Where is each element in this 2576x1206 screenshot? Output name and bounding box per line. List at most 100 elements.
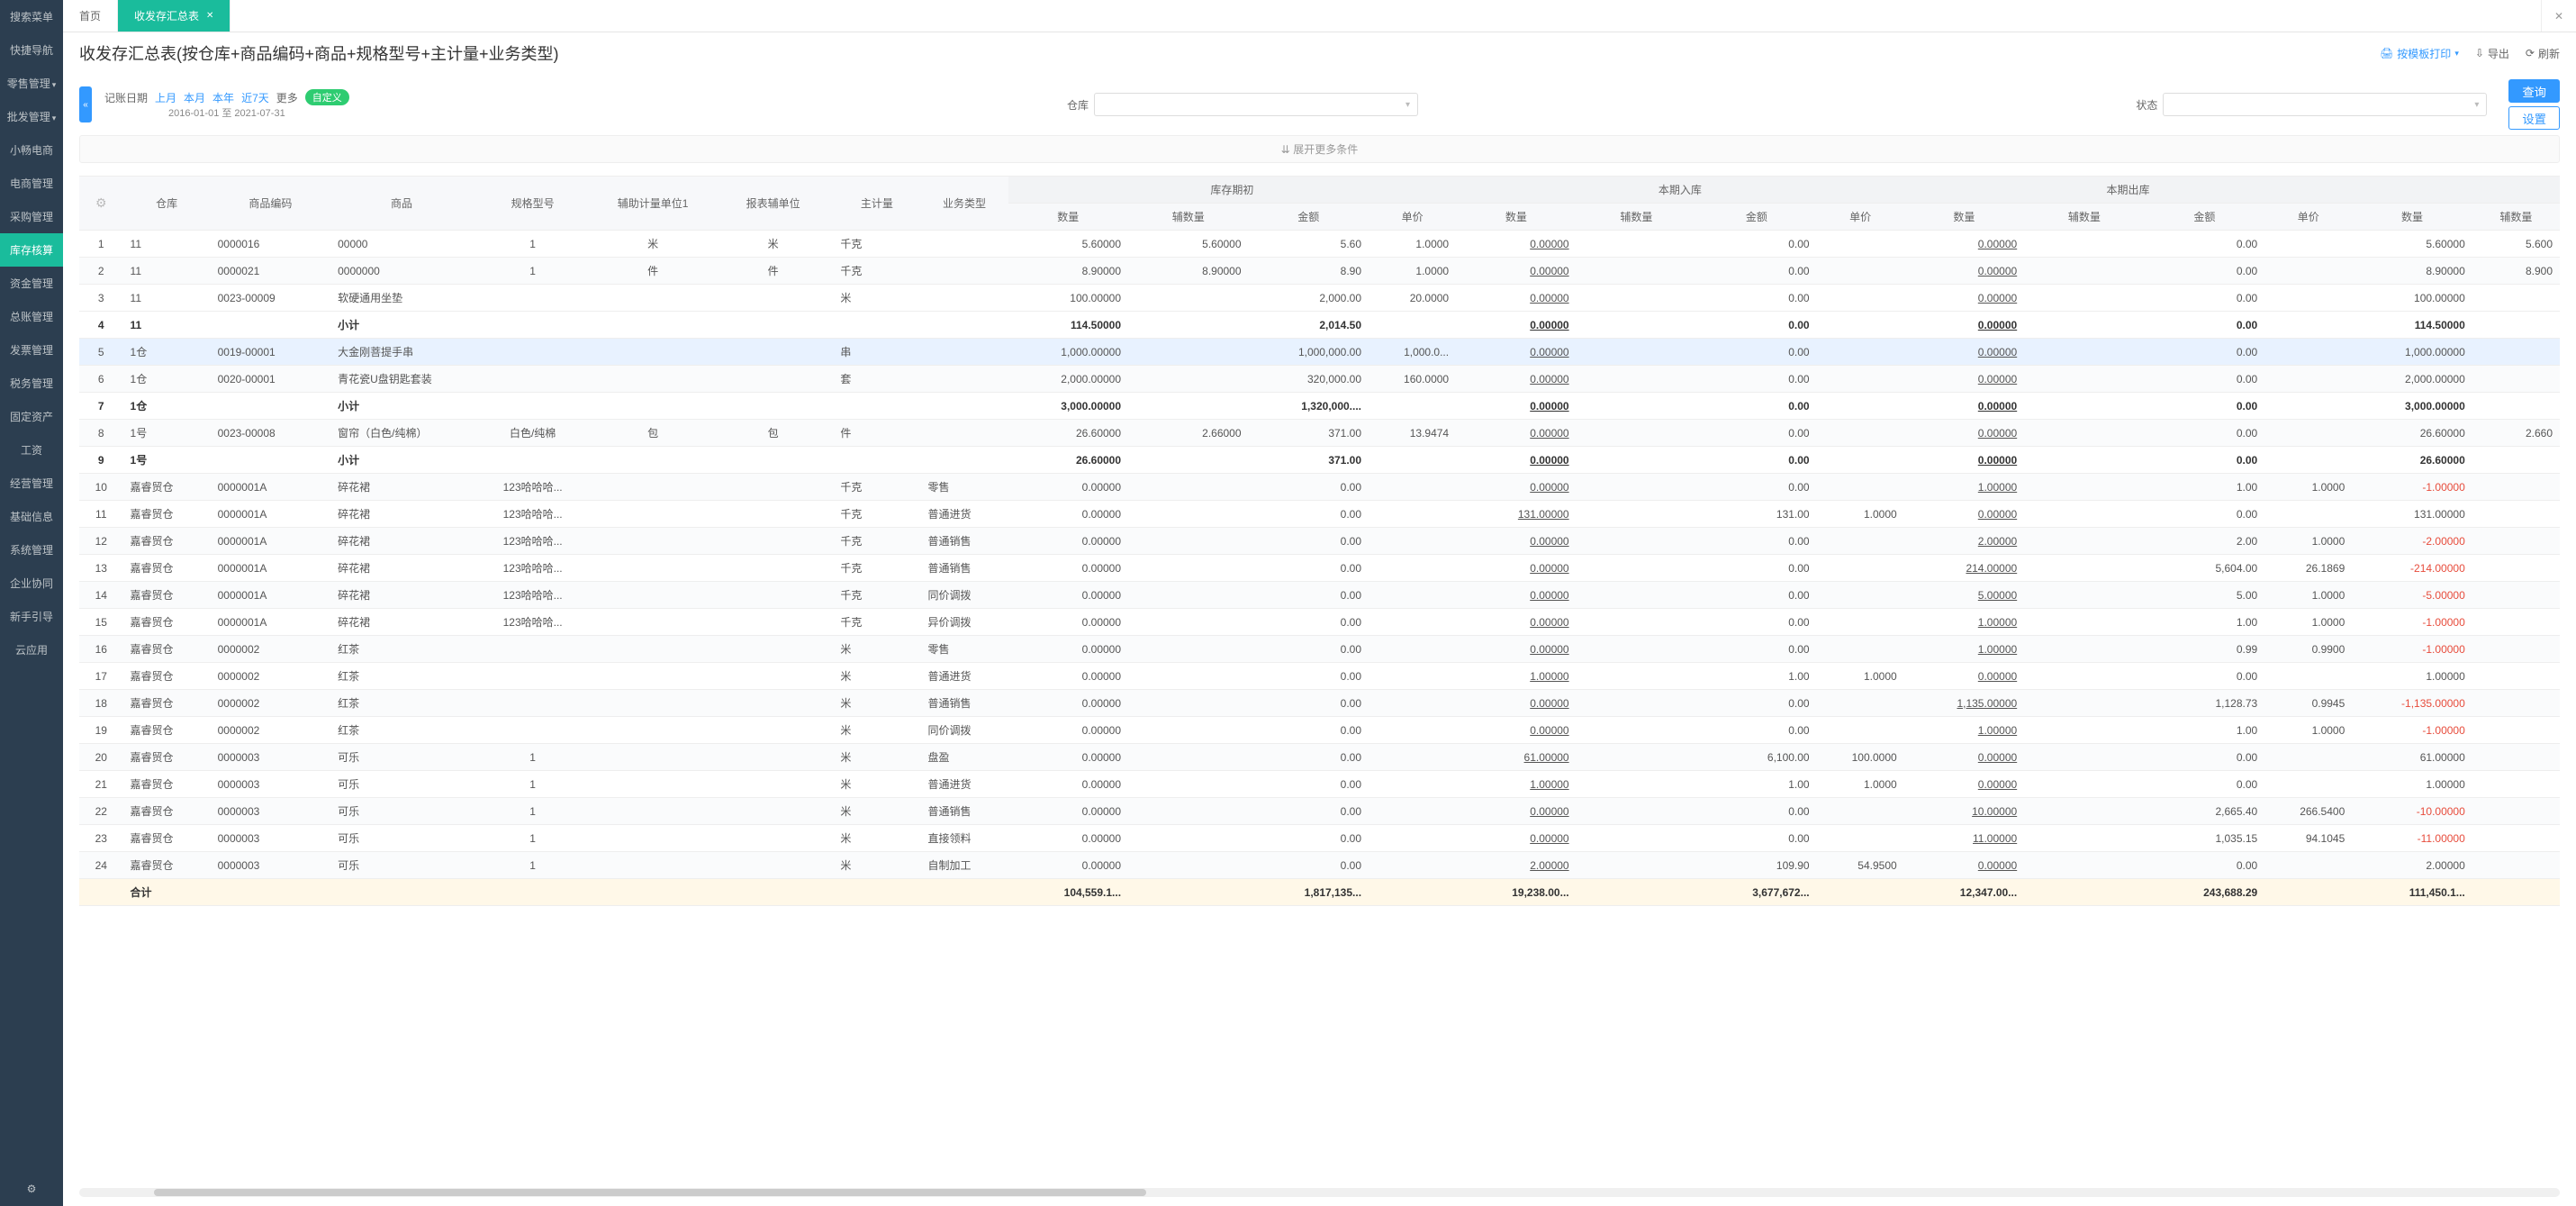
sidebar-item-17[interactable]: 企业协同	[0, 567, 63, 600]
range-more[interactable]: 更多	[276, 90, 298, 105]
col-group-in: 本期入库	[1456, 177, 1904, 204]
sidebar-item-1[interactable]: 快捷导航	[0, 33, 63, 67]
table-row[interactable]: 18嘉睿贸仓0000002红茶米普通销售0.000000.000.000000.…	[79, 690, 2560, 717]
col-product[interactable]: 商品	[330, 177, 473, 231]
warehouse-select[interactable]: ▾	[1094, 93, 1418, 116]
sidebar-item-19[interactable]: 云应用	[0, 633, 63, 666]
report-table: ⚙ 仓库 商品编码 商品 规格型号 辅助计量单位1 报表辅单位 主计量 业务类型…	[79, 177, 2560, 906]
table-row[interactable]: 22嘉睿贸仓0000003可乐1米普通销售0.000000.000.000000…	[79, 798, 2560, 825]
table-row[interactable]: 91号小计26.60000371.000.000000.000.000000.0…	[79, 447, 2560, 474]
table-row[interactable]: 81号0023-00008窗帘（白色/纯棉）白色/纯棉包包件26.600002.…	[79, 420, 2560, 447]
sidebar-item-10[interactable]: 发票管理	[0, 333, 63, 367]
col-out-amt[interactable]: 金额	[2145, 204, 2265, 231]
sidebar-item-9[interactable]: 总账管理	[0, 300, 63, 333]
horizontal-scrollbar[interactable]	[79, 1188, 2560, 1197]
table-footer-total: 合计 104,559.1... 1,817,135... 19,238.00..…	[79, 879, 2560, 906]
close-all-tabs[interactable]: ✕	[2541, 0, 2576, 32]
sidebar-item-14[interactable]: 经营管理	[0, 467, 63, 500]
col-op-amt[interactable]: 金额	[1249, 204, 1369, 231]
col-op-aux[interactable]: 辅数量	[1128, 204, 1249, 231]
table-row[interactable]: 23嘉睿贸仓0000003可乐1米直接领料0.000000.000.000000…	[79, 825, 2560, 852]
sidebar-item-11[interactable]: 税务管理	[0, 367, 63, 400]
table-row[interactable]: 61仓0020-00001青花瓷U盘钥匙套装套2,000.00000320,00…	[79, 366, 2560, 393]
col-in-pr[interactable]: 单价	[1817, 204, 1904, 231]
sidebar-item-12[interactable]: 固定资产	[0, 400, 63, 433]
export-button[interactable]: ⇩ 导出	[2475, 46, 2509, 61]
sidebar-item-6[interactable]: 采购管理	[0, 200, 63, 233]
table-row[interactable]: 3110023-00009软硬通用坐垫米100.000002,000.0020.…	[79, 285, 2560, 312]
refresh-button[interactable]: ⟳ 刷新	[2526, 46, 2560, 61]
col-out-aux[interactable]: 辅数量	[2024, 204, 2145, 231]
col-ext-aux[interactable]: 辅数量	[2472, 204, 2560, 231]
table-row[interactable]: 12嘉睿贸仓0000001A碎花裙123哈哈哈...千克普通销售0.000000…	[79, 528, 2560, 555]
tab-bar: 首页收发存汇总表✕✕	[63, 0, 2576, 32]
settings-button[interactable]: 设置	[2508, 106, 2560, 130]
sidebar-item-8[interactable]: 资金管理	[0, 267, 63, 300]
tab-1[interactable]: 收发存汇总表✕	[118, 0, 230, 32]
col-warehouse[interactable]: 仓库	[123, 177, 211, 231]
col-op-pr[interactable]: 单价	[1369, 204, 1456, 231]
collapse-filter-handle[interactable]: «	[79, 86, 92, 122]
sidebar-item-2[interactable]: 零售管理▾	[0, 67, 63, 100]
table-row[interactable]: 11嘉睿贸仓0000001A碎花裙123哈哈哈...千克普通进货0.000000…	[79, 501, 2560, 528]
range-last-month[interactable]: 上月	[155, 90, 176, 105]
date-label: 记账日期	[104, 90, 148, 105]
col-in-aux[interactable]: 辅数量	[1577, 204, 1697, 231]
table-row[interactable]: 17嘉睿贸仓0000002红茶米普通进货0.000000.001.000001.…	[79, 663, 2560, 690]
close-icon[interactable]: ✕	[206, 11, 213, 21]
filter-bar: « 记账日期 上月 本月 本年 近7天 更多 自定义 2016-01-01 至 …	[63, 74, 2576, 135]
table-row[interactable]: 15嘉睿贸仓0000001A碎花裙123哈哈哈...千克异价调拨0.000000…	[79, 609, 2560, 636]
col-biz-type[interactable]: 业务类型	[920, 177, 1008, 231]
sidebar-item-5[interactable]: 电商管理	[0, 167, 63, 200]
gear-icon[interactable]: ⚙	[0, 1172, 63, 1206]
print-button[interactable]: 🖨 按模板打印 ▾	[2380, 46, 2459, 61]
expand-more-filters[interactable]: ⇊ 展开更多条件	[79, 135, 2560, 163]
col-in-amt[interactable]: 金额	[1696, 204, 1817, 231]
range-this-month[interactable]: 本月	[184, 90, 205, 105]
col-rpt-unit[interactable]: 报表辅单位	[713, 177, 834, 231]
table-row[interactable]: 211000002100000001件件千克8.900008.900008.90…	[79, 258, 2560, 285]
table-row[interactable]: 71仓小计3,000.000001,320,000....0.000000.00…	[79, 393, 2560, 420]
sidebar-item-7[interactable]: 库存核算	[0, 233, 63, 267]
sidebar-item-13[interactable]: 工资	[0, 433, 63, 467]
table-row[interactable]: 1110000016000001米米千克5.600005.600005.601.…	[79, 231, 2560, 258]
col-group-ext	[2352, 177, 2560, 204]
range-this-year[interactable]: 本年	[212, 90, 234, 105]
sidebar-item-0[interactable]: 搜索菜单	[0, 0, 63, 33]
status-select[interactable]: ▾	[2163, 93, 2487, 116]
sidebar-item-4[interactable]: 小畅电商	[0, 133, 63, 167]
warehouse-label: 仓库	[1067, 97, 1089, 113]
tab-0[interactable]: 首页	[63, 0, 118, 32]
table-row[interactable]: 14嘉睿贸仓0000001A碎花裙123哈哈哈...千克同价调拨0.000000…	[79, 582, 2560, 609]
col-aux-unit[interactable]: 辅助计量单位1	[592, 177, 713, 231]
table-row[interactable]: 20嘉睿贸仓0000003可乐1米盘盈0.000000.0061.000006,…	[79, 744, 2560, 771]
table-row[interactable]: 411小计114.500002,014.500.000000.000.00000…	[79, 312, 2560, 339]
main-area: 首页收发存汇总表✕✕ 收发存汇总表(按仓库+商品编码+商品+规格型号+主计量+业…	[63, 0, 2576, 1206]
col-in-qty[interactable]: 数量	[1456, 204, 1577, 231]
title-bar: 收发存汇总表(按仓库+商品编码+商品+规格型号+主计量+业务类型) 🖨 按模板打…	[63, 32, 2576, 74]
sidebar-item-15[interactable]: 基础信息	[0, 500, 63, 533]
date-range-display: 2016-01-01 至 2021-07-31	[168, 105, 285, 120]
col-out-qty[interactable]: 数量	[1904, 204, 2025, 231]
table-row[interactable]: 13嘉睿贸仓0000001A碎花裙123哈哈哈...千克普通销售0.000000…	[79, 555, 2560, 582]
col-spec[interactable]: 规格型号	[473, 177, 593, 231]
col-gear[interactable]: ⚙	[79, 177, 123, 231]
table-row[interactable]: 21嘉睿贸仓0000003可乐1米普通进货0.000000.001.000001…	[79, 771, 2560, 798]
table-row[interactable]: 19嘉睿贸仓0000002红茶米同价调拨0.000000.000.000000.…	[79, 717, 2560, 744]
col-main-unit[interactable]: 主计量	[833, 177, 920, 231]
table-row[interactable]: 24嘉睿贸仓0000003可乐1米自制加工0.000000.002.000001…	[79, 852, 2560, 879]
table-row[interactable]: 16嘉睿贸仓0000002红茶米零售0.000000.000.000000.00…	[79, 636, 2560, 663]
query-button[interactable]: 查询	[2508, 79, 2560, 103]
custom-range-badge[interactable]: 自定义	[305, 89, 349, 105]
sidebar-item-16[interactable]: 系统管理	[0, 533, 63, 567]
table-row[interactable]: 10嘉睿贸仓0000001A碎花裙123哈哈哈...千克零售0.000000.0…	[79, 474, 2560, 501]
sidebar-item-3[interactable]: 批发管理▾	[0, 100, 63, 133]
col-out-pr[interactable]: 单价	[2264, 204, 2352, 231]
range-7days[interactable]: 近7天	[241, 90, 269, 105]
table-row[interactable]: 51仓0019-00001大金刚菩提手串串1,000.000001,000,00…	[79, 339, 2560, 366]
col-op-qty[interactable]: 数量	[1008, 204, 1129, 231]
status-label: 状态	[2136, 97, 2157, 113]
sidebar-item-18[interactable]: 新手引导	[0, 600, 63, 633]
col-ext-qty[interactable]: 数量	[2352, 204, 2472, 231]
col-code[interactable]: 商品编码	[211, 177, 331, 231]
